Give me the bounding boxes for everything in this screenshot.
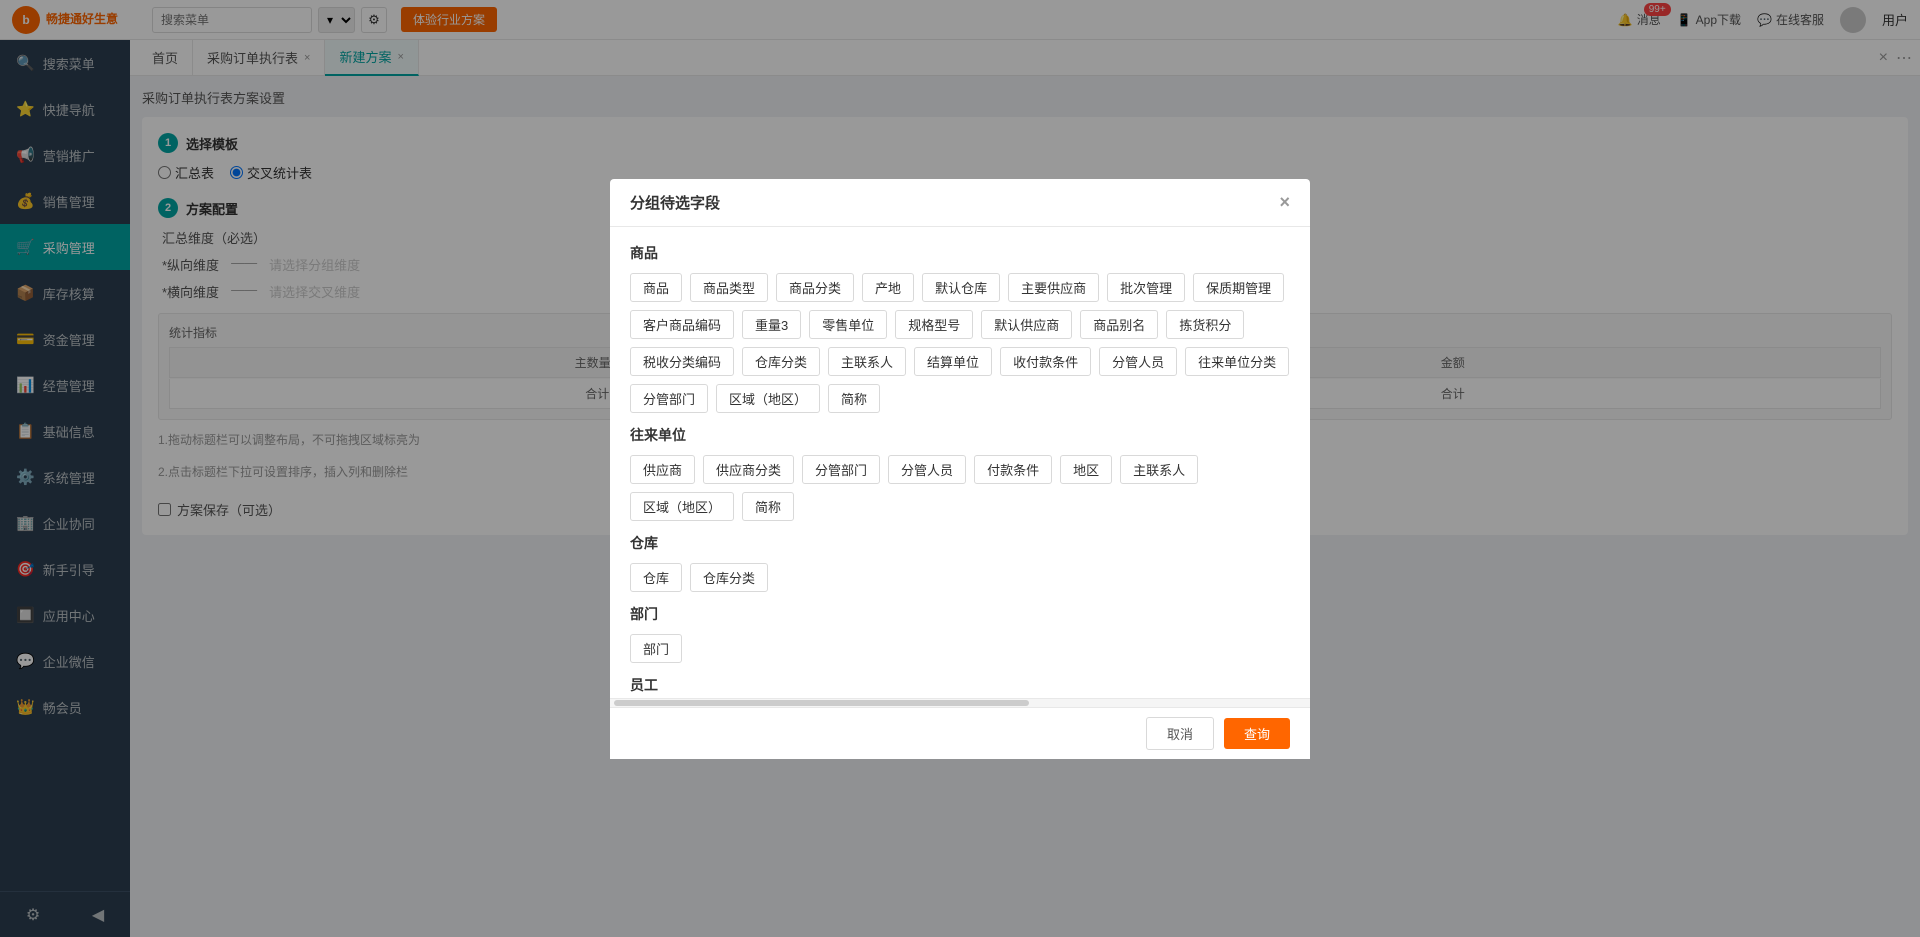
- field-tag-warehouse[interactable]: 仓库: [630, 563, 682, 592]
- field-tag-product-alias[interactable]: 商品别名: [1080, 310, 1158, 339]
- field-tag-product[interactable]: 商品: [630, 273, 682, 302]
- field-tag-department[interactable]: 部门: [630, 634, 682, 663]
- field-tag-pick-points[interactable]: 拣货积分: [1166, 310, 1244, 339]
- field-tag-main-supplier[interactable]: 主要供应商: [1008, 273, 1099, 302]
- modal-close-btn[interactable]: ×: [1279, 192, 1290, 213]
- section-title-warehouse: 仓库: [630, 533, 1290, 553]
- field-tag-region[interactable]: 区域（地区）: [716, 384, 820, 413]
- section-title-counterpart: 往来单位: [630, 425, 1290, 445]
- confirm-button[interactable]: 查询: [1224, 718, 1290, 749]
- field-tag-abbr[interactable]: 简称: [828, 384, 880, 413]
- hscroll-bar: [614, 700, 1029, 706]
- modal-overlay: 分组待选字段 × 商品 商品 商品类型 商品分类 产地 默认仓库 主要供应商 批…: [0, 0, 1920, 937]
- field-tag-shelf-life[interactable]: 保质期管理: [1193, 273, 1284, 302]
- modal-body[interactable]: 商品 商品 商品类型 商品分类 产地 默认仓库 主要供应商 批次管理 保质期管理…: [610, 227, 1310, 698]
- field-tag-tax-code[interactable]: 税收分类编码: [630, 347, 734, 376]
- field-tag-manage-dept[interactable]: 分管部门: [802, 455, 880, 484]
- section-title-product: 商品: [630, 243, 1290, 263]
- field-tag-default-warehouse[interactable]: 默认仓库: [922, 273, 1000, 302]
- field-tag-supplier-category[interactable]: 供应商分类: [703, 455, 794, 484]
- department-fields: 部门: [630, 634, 1290, 663]
- product-fields: 商品 商品类型 商品分类 产地 默认仓库 主要供应商 批次管理 保质期管理 客户…: [630, 273, 1290, 413]
- section-title-department: 部门: [630, 604, 1290, 624]
- field-select-modal: 分组待选字段 × 商品 商品 商品类型 商品分类 产地 默认仓库 主要供应商 批…: [610, 179, 1310, 759]
- field-tag-manager[interactable]: 分管人员: [1099, 347, 1177, 376]
- field-tag-product-type[interactable]: 商品类型: [690, 273, 768, 302]
- field-tag-settlement-unit[interactable]: 结算单位: [914, 347, 992, 376]
- field-tag-supplier[interactable]: 供应商: [630, 455, 695, 484]
- field-tag-area[interactable]: 地区: [1060, 455, 1112, 484]
- modal-header: 分组待选字段 ×: [610, 179, 1310, 227]
- field-tag-payment-condition[interactable]: 付款条件: [974, 455, 1052, 484]
- field-tag-region2[interactable]: 区域（地区）: [630, 492, 734, 521]
- modal-footer: 取消 查询: [610, 707, 1310, 759]
- field-tag-payment-terms[interactable]: 收付款条件: [1000, 347, 1091, 376]
- field-tag-warehouse-cat[interactable]: 仓库分类: [690, 563, 768, 592]
- field-tag-default-supplier[interactable]: 默认供应商: [981, 310, 1072, 339]
- field-tag-abbr2[interactable]: 简称: [742, 492, 794, 521]
- field-tag-customer-code[interactable]: 客户商品编码: [630, 310, 734, 339]
- counterpart-fields: 供应商 供应商分类 分管部门 分管人员 付款条件 地区 主联系人 区域（地区） …: [630, 455, 1290, 521]
- field-tag-counterpart-category[interactable]: 往来单位分类: [1185, 347, 1289, 376]
- cancel-button[interactable]: 取消: [1146, 717, 1214, 750]
- field-tag-manage-person[interactable]: 分管人员: [888, 455, 966, 484]
- modal-hscroll[interactable]: [610, 698, 1310, 707]
- field-tag-weight3[interactable]: 重量3: [742, 310, 801, 339]
- modal-title: 分组待选字段: [630, 192, 720, 213]
- field-tag-batch-mgmt[interactable]: 批次管理: [1107, 273, 1185, 302]
- field-tag-product-category[interactable]: 商品分类: [776, 273, 854, 302]
- field-tag-spec-model[interactable]: 规格型号: [895, 310, 973, 339]
- field-tag-dept[interactable]: 分管部门: [630, 384, 708, 413]
- field-tag-retail-unit[interactable]: 零售单位: [809, 310, 887, 339]
- field-tag-origin[interactable]: 产地: [862, 273, 914, 302]
- warehouse-fields: 仓库 仓库分类: [630, 563, 1290, 592]
- field-tag-main-contact[interactable]: 主联系人: [828, 347, 906, 376]
- field-tag-warehouse-category[interactable]: 仓库分类: [742, 347, 820, 376]
- section-title-staff: 员工: [630, 675, 1290, 695]
- field-tag-main-contact2[interactable]: 主联系人: [1120, 455, 1198, 484]
